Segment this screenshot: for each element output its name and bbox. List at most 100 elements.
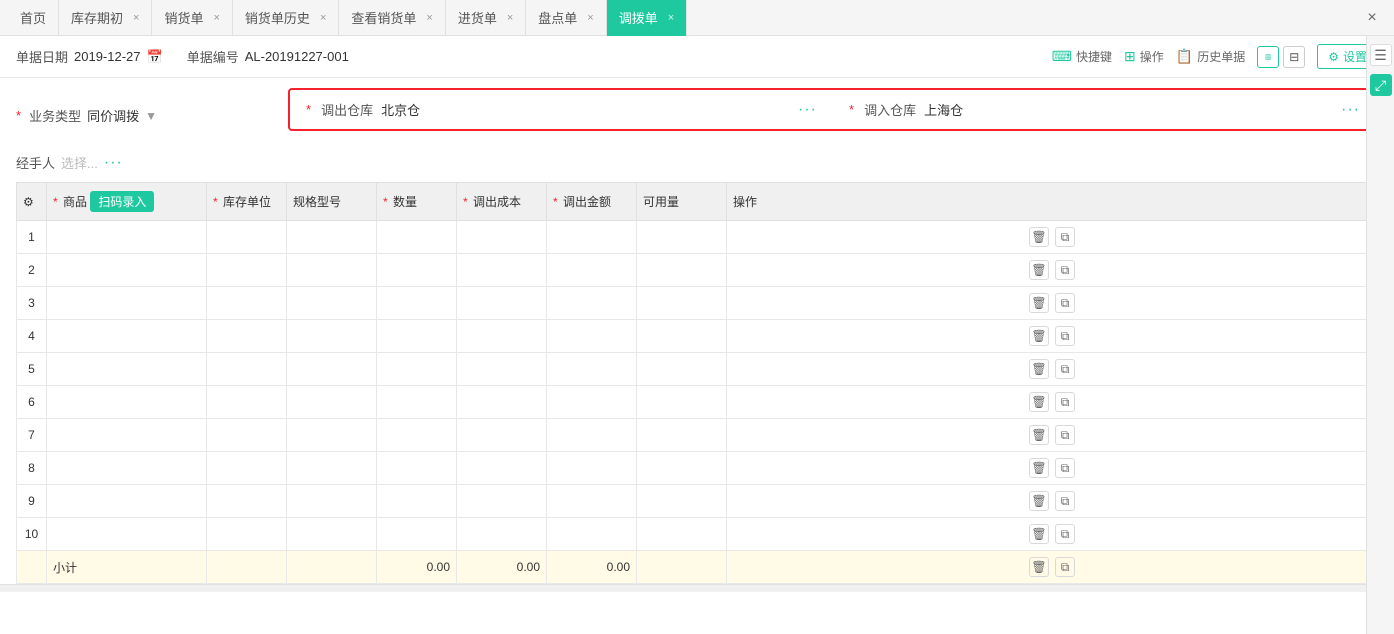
cell-product[interactable]: [47, 518, 207, 551]
cell-unit[interactable]: [207, 518, 287, 551]
cell-available[interactable]: [637, 551, 727, 584]
delete-row-button[interactable]: 🗑: [1029, 524, 1049, 544]
cell-qty[interactable]: [377, 419, 457, 452]
cell-spec[interactable]: [287, 419, 377, 452]
tab-purchase-order[interactable]: 进货单 ×: [446, 0, 526, 36]
cell-qty[interactable]: [377, 353, 457, 386]
cell-unit[interactable]: [207, 419, 287, 452]
operation-button[interactable]: ⊞ 操作: [1124, 48, 1164, 65]
history-button[interactable]: 📋 历史单据: [1176, 48, 1245, 65]
tab-stocktake[interactable]: 盘点单 ×: [526, 0, 606, 36]
cell-available[interactable]: [637, 386, 727, 419]
copy-row-button[interactable]: ⧉: [1055, 227, 1075, 247]
cell-available[interactable]: [637, 353, 727, 386]
cell-product[interactable]: [47, 419, 207, 452]
copy-row-button[interactable]: ⧉: [1055, 260, 1075, 280]
person-placeholder[interactable]: 选择...: [61, 153, 98, 172]
cell-spec[interactable]: [287, 452, 377, 485]
cell-unit[interactable]: [207, 485, 287, 518]
cell-spec[interactable]: [287, 551, 377, 584]
copy-row-button[interactable]: ⧉: [1055, 458, 1075, 478]
close-tab-purchase-order[interactable]: ×: [507, 12, 513, 24]
person-more-icon[interactable]: ···: [104, 154, 123, 172]
cell-available[interactable]: [637, 320, 727, 353]
shortcut-button[interactable]: ⌨ 快捷键: [1052, 48, 1112, 65]
cell-amount[interactable]: [547, 320, 637, 353]
cell-product[interactable]: [47, 254, 207, 287]
delete-row-button[interactable]: 🗑: [1029, 260, 1049, 280]
cell-cost[interactable]: 0.00: [457, 551, 547, 584]
cell-qty[interactable]: 0.00: [377, 551, 457, 584]
cell-amount[interactable]: [547, 386, 637, 419]
delete-row-button[interactable]: 🗑: [1029, 491, 1049, 511]
horizontal-scrollbar[interactable]: [0, 584, 1394, 592]
cell-qty[interactable]: [377, 221, 457, 254]
cell-product[interactable]: [47, 485, 207, 518]
copy-row-button[interactable]: ⧉: [1055, 326, 1075, 346]
scan-input-button[interactable]: 扫码录入: [90, 191, 154, 212]
close-tab-inventory-open[interactable]: ×: [133, 12, 139, 24]
cell-amount[interactable]: [547, 485, 637, 518]
cell-cost[interactable]: [457, 485, 547, 518]
copy-row-button[interactable]: ⧉: [1055, 524, 1075, 544]
cell-qty[interactable]: [377, 452, 457, 485]
layout-split-icon[interactable]: ⊟: [1283, 46, 1305, 68]
cell-amount[interactable]: [547, 254, 637, 287]
cell-cost[interactable]: [457, 518, 547, 551]
cell-unit[interactable]: [207, 254, 287, 287]
cell-cost[interactable]: [457, 221, 547, 254]
cell-cost[interactable]: [457, 254, 547, 287]
warehouse-out-more-icon[interactable]: ···: [798, 101, 817, 119]
cell-spec[interactable]: [287, 254, 377, 287]
cell-qty[interactable]: [377, 287, 457, 320]
cell-unit[interactable]: [207, 386, 287, 419]
warehouse-in-more-icon[interactable]: ···: [1341, 101, 1360, 119]
cell-unit[interactable]: [207, 452, 287, 485]
cell-qty[interactable]: [377, 254, 457, 287]
cell-spec[interactable]: [287, 287, 377, 320]
copy-row-button[interactable]: ⧉: [1055, 392, 1075, 412]
cell-product[interactable]: [47, 452, 207, 485]
cell-cost[interactable]: [457, 287, 547, 320]
delete-row-button[interactable]: 🗑: [1029, 326, 1049, 346]
cell-product[interactable]: [47, 221, 207, 254]
copy-row-button[interactable]: ⧉: [1055, 425, 1075, 445]
cell-qty[interactable]: [377, 518, 457, 551]
copy-row-button[interactable]: ⧉: [1055, 293, 1075, 313]
cell-spec[interactable]: [287, 518, 377, 551]
cell-spec[interactable]: [287, 485, 377, 518]
cell-available[interactable]: [637, 518, 727, 551]
delete-row-button[interactable]: 🗑: [1029, 425, 1049, 445]
business-type-select[interactable]: 同价调拨 ▼: [87, 106, 157, 125]
right-list-icon[interactable]: ☰: [1370, 44, 1392, 66]
cell-unit[interactable]: [207, 287, 287, 320]
cell-qty[interactable]: [377, 485, 457, 518]
delete-row-button[interactable]: 🗑: [1029, 458, 1049, 478]
delete-row-button[interactable]: 🗑: [1029, 392, 1049, 412]
cell-cost[interactable]: [457, 419, 547, 452]
delete-row-button[interactable]: 🗑: [1029, 359, 1049, 379]
tab-sales-order-history[interactable]: 销货单历史 ×: [233, 0, 339, 36]
cell-available[interactable]: [637, 221, 727, 254]
close-tab-stocktake[interactable]: ×: [587, 12, 593, 24]
cell-amount[interactable]: 0.00: [547, 551, 637, 584]
cell-spec[interactable]: [287, 386, 377, 419]
cell-spec[interactable]: [287, 353, 377, 386]
cell-amount[interactable]: [547, 419, 637, 452]
tab-transfer-order[interactable]: 调拨单 ×: [607, 0, 687, 36]
cell-cost[interactable]: [457, 386, 547, 419]
tab-view-sales-order[interactable]: 查看销货单 ×: [339, 0, 445, 36]
th-settings[interactable]: ⚙: [17, 183, 47, 221]
cell-qty[interactable]: [377, 320, 457, 353]
close-tab-transfer-order[interactable]: ×: [668, 12, 674, 24]
cell-amount[interactable]: [547, 287, 637, 320]
right-expand-icon[interactable]: ⤢: [1370, 74, 1392, 96]
cell-amount[interactable]: [547, 452, 637, 485]
cell-available[interactable]: [637, 452, 727, 485]
tab-inventory-open[interactable]: 库存期初 ×: [59, 0, 152, 36]
close-tab-sales-order-history[interactable]: ×: [320, 12, 326, 24]
cell-amount[interactable]: [547, 518, 637, 551]
cell-product[interactable]: [47, 287, 207, 320]
layout-single-icon[interactable]: ≡: [1257, 46, 1279, 68]
cell-cost[interactable]: [457, 320, 547, 353]
